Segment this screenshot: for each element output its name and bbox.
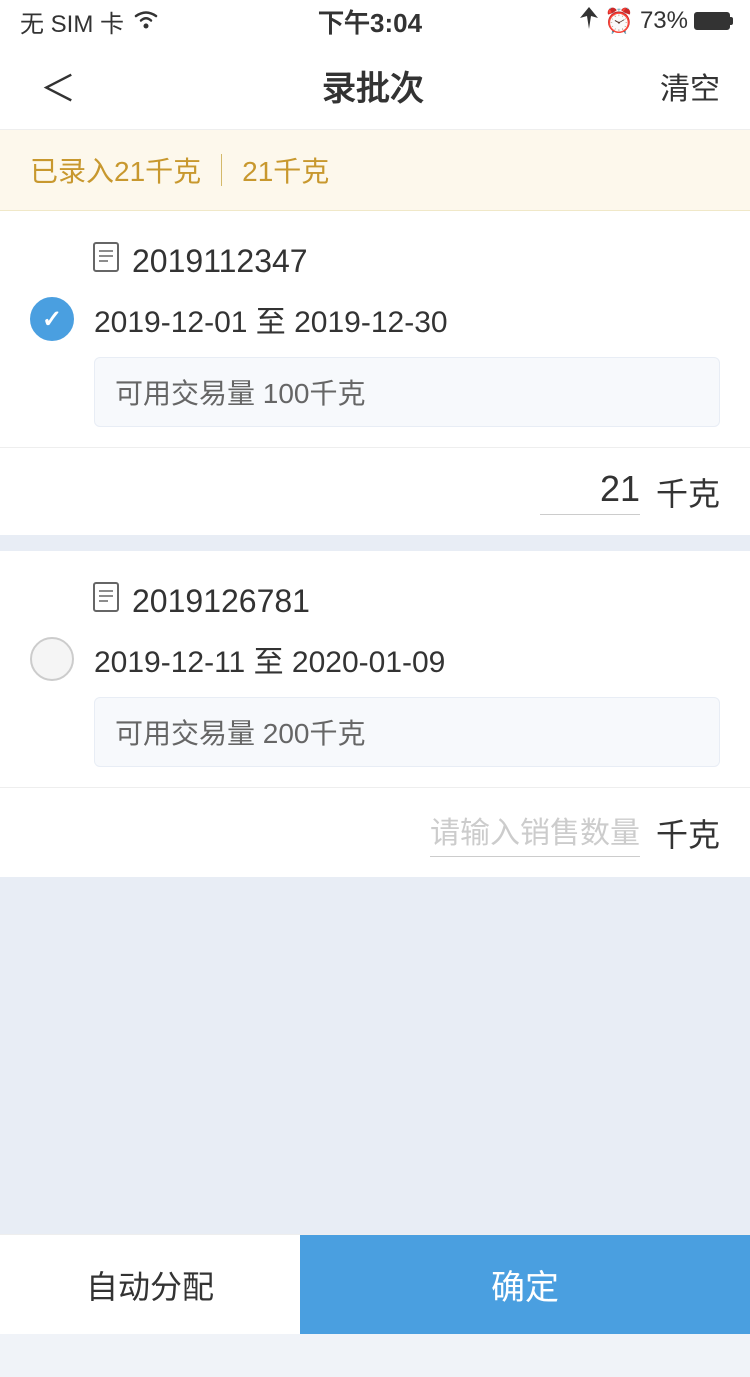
wifi-icon (132, 7, 160, 36)
batch-date-row-1[interactable]: 2019-12-01 至 2019-12-30 (30, 297, 720, 341)
available-qty-2: 可用交易量 200千克 (94, 697, 720, 767)
batch-card-1: 2019112347 2019-12-01 至 2019-12-30 可用交易量… (0, 211, 750, 447)
status-time: 下午3:04 (318, 3, 422, 40)
radio-selected-1[interactable] (30, 297, 74, 341)
battery-percent: 73% (640, 7, 688, 35)
banner-divider (221, 154, 222, 186)
status-bar: 无 SIM 卡 下午3:04 ⏰ 73% (0, 0, 750, 42)
qty-input-row-1[interactable]: 21 千克 (0, 447, 750, 535)
qty-placeholder-2: 请输入销售数量 (430, 817, 640, 850)
available-qty-1: 可用交易量 100千克 (94, 357, 720, 427)
alarm-icon: ⏰ (604, 7, 634, 36)
recorded-value: 21千克 (242, 150, 329, 190)
batch-id-2: 2019126781 (132, 583, 310, 620)
batch-icon-1 (90, 241, 122, 281)
qty-placeholder-row-2[interactable]: 请输入销售数量 千克 (0, 787, 750, 877)
info-banner: 已录入21千克 21千克 (0, 130, 750, 211)
status-right: ⏰ 73% (580, 7, 730, 36)
empty-area (0, 877, 750, 1277)
status-left: 无 SIM 卡 (20, 4, 160, 39)
recorded-label: 已录入21千克 (30, 150, 201, 190)
battery-icon (694, 12, 730, 30)
page-title: 录批次 (322, 61, 424, 110)
qty-unit-1: 千克 (656, 469, 720, 515)
section-divider (0, 535, 750, 551)
batch-date-2: 2019-12-11 至 2020-01-09 (94, 637, 445, 681)
batch-date-1: 2019-12-01 至 2019-12-30 (94, 297, 448, 341)
confirm-button[interactable]: 确定 (300, 1235, 750, 1334)
batch-date-row-2[interactable]: 2019-12-11 至 2020-01-09 (30, 637, 720, 681)
auto-distribute-button[interactable]: 自动分配 (0, 1235, 300, 1334)
bottom-bar: 自动分配 确定 (0, 1234, 750, 1334)
back-button[interactable]: ＜ (30, 50, 86, 122)
location-icon (580, 7, 598, 36)
nav-bar: ＜ 录批次 清空 (0, 42, 750, 130)
batch-icon-2 (90, 581, 122, 621)
carrier-text: 无 SIM 卡 (20, 4, 124, 39)
qty-value-1: 21 (600, 468, 640, 509)
batch-id-1: 2019112347 (132, 243, 308, 280)
clear-button[interactable]: 清空 (660, 64, 720, 108)
qty-underline-2[interactable]: 请输入销售数量 (430, 808, 640, 857)
batch-card-2: 2019126781 2019-12-11 至 2020-01-09 可用交易量… (0, 551, 750, 787)
batch-id-row-1: 2019112347 (30, 241, 720, 281)
batch-id-row-2: 2019126781 (30, 581, 720, 621)
qty-unit-2: 千克 (656, 810, 720, 856)
radio-unselected-2[interactable] (30, 637, 74, 681)
qty-underline-1: 21 (540, 468, 640, 515)
